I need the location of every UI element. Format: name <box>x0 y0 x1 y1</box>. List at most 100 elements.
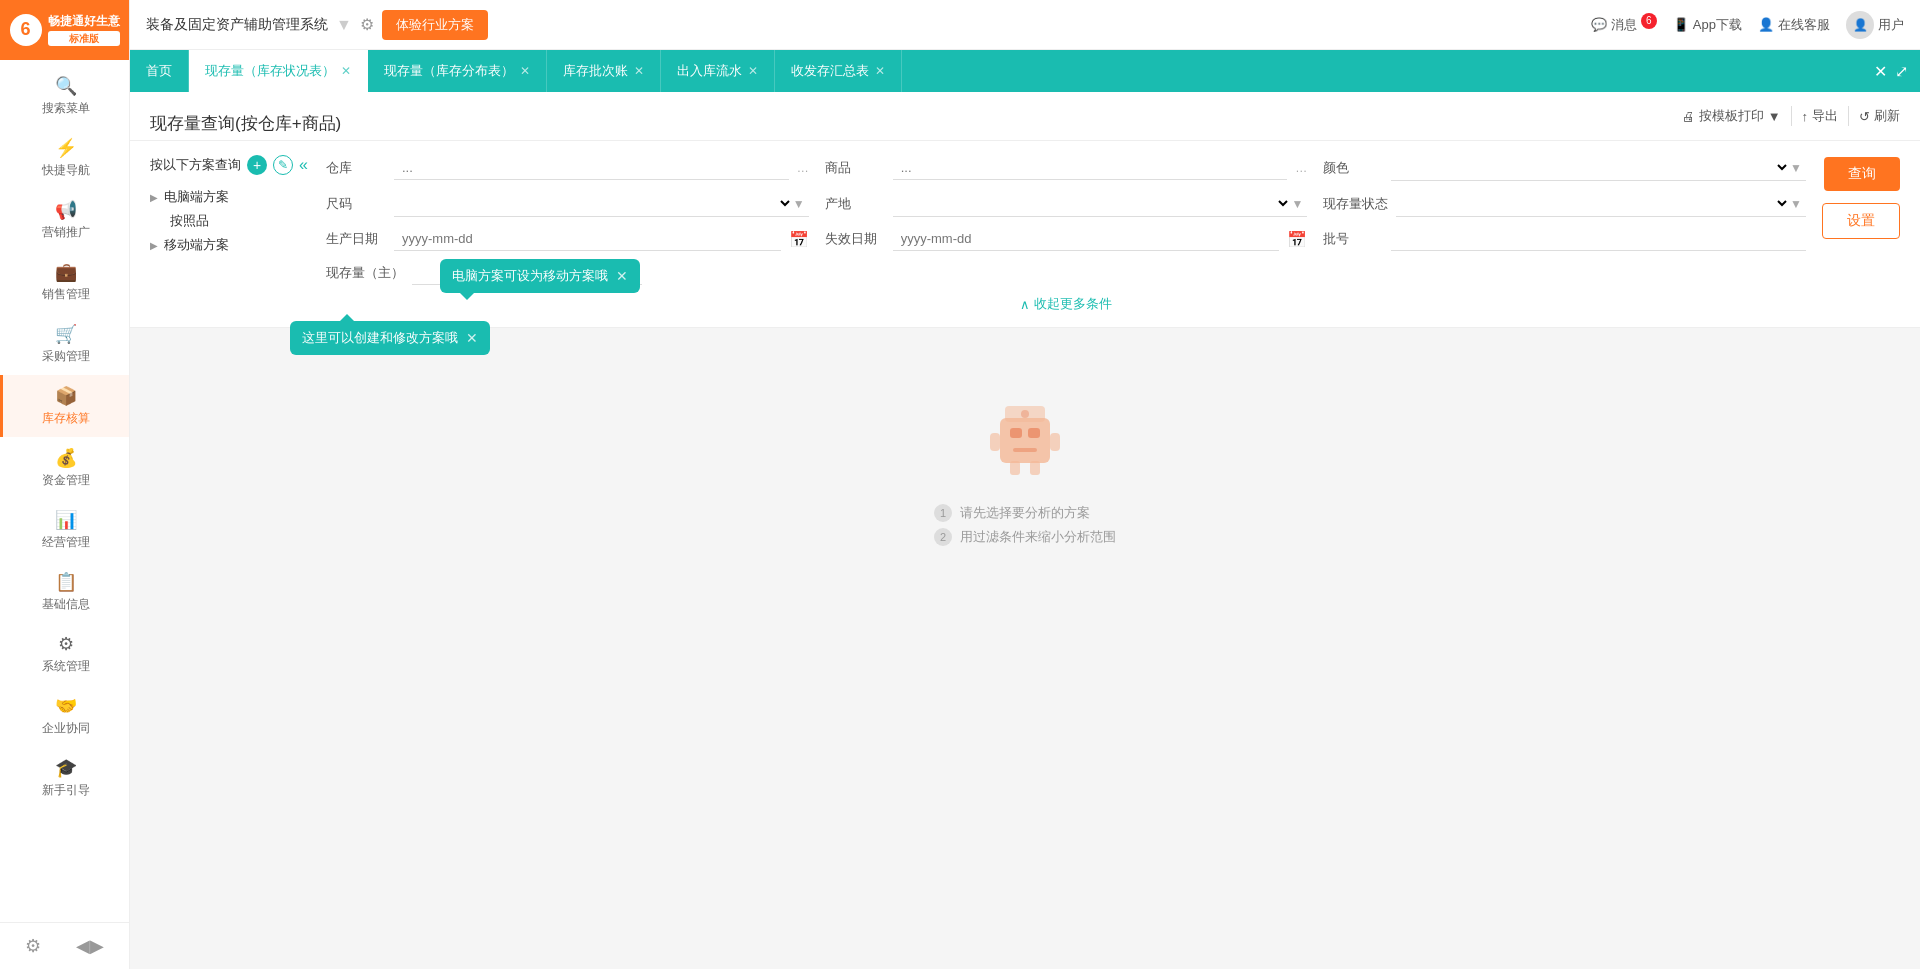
scheme-byproduct[interactable]: 按照品 <box>150 209 310 233</box>
message-btn[interactable]: 💬 消息 6 <box>1591 16 1657 34</box>
svg-rect-2 <box>1028 428 1040 438</box>
close-tab-icon[interactable]: ✕ <box>1874 62 1887 81</box>
sidebar-item-quicknav[interactable]: ⚡ 快捷导航 <box>0 127 129 189</box>
collapse-btn[interactable]: ∧ 收起更多条件 <box>1020 295 1112 313</box>
system-icon: ⚙ <box>58 633 74 655</box>
warehouse-label: 仓库 <box>326 159 386 177</box>
expire-date-calendar-icon[interactable]: 📅 <box>1287 230 1307 249</box>
sidebar-item-basic[interactable]: 📋 基础信息 <box>0 561 129 623</box>
sidebar-item-inventory[interactable]: 📦 库存核算 <box>0 375 129 437</box>
tab-stock-status[interactable]: 现存量（库存状况表） ✕ <box>189 50 368 92</box>
quicknav-icon: ⚡ <box>55 137 77 159</box>
sidebar-item-sales[interactable]: 💼 销售管理 <box>0 251 129 313</box>
tab-stock-dist-close[interactable]: ✕ <box>520 64 530 78</box>
scheme-mobile[interactable]: ▶ 移动端方案 <box>150 233 310 257</box>
sidebar-item-finance[interactable]: 💰 资金管理 <box>0 437 129 499</box>
svg-point-9 <box>1021 410 1029 418</box>
sidebar-item-purchase[interactable]: 🛒 采购管理 <box>0 313 129 375</box>
tab-home[interactable]: 首页 <box>130 50 189 92</box>
origin-label: 产地 <box>825 195 885 213</box>
batch-input[interactable] <box>1391 227 1806 251</box>
page-content: 现存量查询(按仓库+商品) 🖨 按模板打印 ▼ ↑ 导出 ↺ 刷新 <box>130 92 1920 969</box>
top-bar-right: 💬 消息 6 📱 App下载 👤 在线客服 👤 用户 <box>1591 11 1904 39</box>
sidebar-item-label: 营销推广 <box>42 224 90 241</box>
basic-icon: 📋 <box>55 571 77 593</box>
print-btn[interactable]: 🖨 按模板打印 ▼ <box>1682 107 1781 125</box>
goods-input[interactable] <box>893 156 1288 180</box>
online-support-btn[interactable]: 👤 在线客服 <box>1758 16 1830 34</box>
tab-stock-dist[interactable]: 现存量（库存分布表） ✕ <box>368 50 547 92</box>
settings-bottom-icon[interactable]: ⚙ <box>25 935 41 957</box>
search-btn[interactable]: 查询 <box>1824 157 1900 191</box>
tab-batch-close[interactable]: ✕ <box>634 64 644 78</box>
color-select[interactable] <box>1391 155 1790 180</box>
app-badge: 标准版 <box>48 31 120 46</box>
export-btn[interactable]: ↑ 导出 <box>1802 107 1839 125</box>
sidebar-item-marketing[interactable]: 📢 营销推广 <box>0 189 129 251</box>
tab-flow[interactable]: 出入库流水 ✕ <box>661 50 775 92</box>
tab-batch-label: 库存批次账 <box>563 62 628 80</box>
tab-flow-label: 出入库流水 <box>677 62 742 80</box>
prod-date-start-calendar-icon[interactable]: 📅 <box>789 230 809 249</box>
sidebar-item-management[interactable]: 📊 经营管理 <box>0 499 129 561</box>
tooltip-top-close[interactable]: ✕ <box>616 268 628 284</box>
filter-label: 按以下方案查询 + ✎ « <box>150 155 310 175</box>
size-select[interactable] <box>394 191 793 216</box>
scheme-list: ▶ 电脑端方案 按照品 ▶ 移动端方案 <box>150 185 310 257</box>
expand-tab-icon[interactable]: ⤢ <box>1895 62 1908 81</box>
page-header-actions: 🖨 按模板打印 ▼ ↑ 导出 ↺ 刷新 <box>1682 106 1900 140</box>
expire-date-label: 失效日期 <box>825 230 885 248</box>
app-name: 畅捷通好生意 <box>48 14 120 30</box>
collapse-sidebar-icon[interactable]: ◀▶ <box>76 935 104 957</box>
svg-rect-4 <box>990 433 1000 451</box>
collab-icon: 🤝 <box>55 695 77 717</box>
settings-icon[interactable]: ⚙ <box>360 15 374 34</box>
tooltip-mid-close[interactable]: ✕ <box>466 330 478 346</box>
refresh-btn[interactable]: ↺ 刷新 <box>1859 107 1900 125</box>
export-icon: ↑ <box>1802 109 1809 124</box>
guide-icon: 🎓 <box>55 757 77 779</box>
tooltip-top-text: 电脑方案可设为移动方案哦 <box>452 267 608 285</box>
expire-date-input[interactable] <box>893 227 1280 251</box>
message-icon: 💬 <box>1591 17 1607 32</box>
print-icon: 🖨 <box>1682 109 1695 124</box>
tab-flow-close[interactable]: ✕ <box>748 64 758 78</box>
reset-btn[interactable]: 设置 <box>1822 203 1900 239</box>
empty-state: 1 请先选择要分析的方案 2 用过滤条件来缩小分析范围 <box>130 328 1920 606</box>
goods-label: 商品 <box>825 159 885 177</box>
industry-btn[interactable]: 体验行业方案 <box>382 10 488 40</box>
marketing-icon: 📢 <box>55 199 77 221</box>
user-label: 用户 <box>1878 16 1904 34</box>
goods-dots: … <box>1295 161 1307 175</box>
origin-select-wrapper: ▼ <box>893 191 1308 217</box>
warehouse-input[interactable] <box>394 156 789 180</box>
app-download-btn[interactable]: 📱 App下载 <box>1673 16 1742 34</box>
warehouse-cell: 仓库 … <box>326 156 809 180</box>
sidebar-item-search[interactable]: 🔍 搜索菜单 <box>0 65 129 127</box>
tab-stock-status-close[interactable]: ✕ <box>341 64 351 78</box>
tab-summary[interactable]: 收发存汇总表 ✕ <box>775 50 902 92</box>
filter-row-3: 生产日期 📅 失效日期 📅 批号 <box>326 227 1806 251</box>
goods-cell: 商品 … <box>825 156 1308 180</box>
origin-select[interactable] <box>893 191 1292 216</box>
tab-summary-label: 收发存汇总表 <box>791 62 869 80</box>
sidebar-item-collab[interactable]: 🤝 企业协同 <box>0 685 129 747</box>
add-scheme-btn[interactable]: + <box>247 155 267 175</box>
scheme-computer[interactable]: ▶ 电脑端方案 <box>150 185 310 209</box>
page-title: 现存量查询(按仓库+商品) <box>150 112 341 135</box>
back-scheme-btn[interactable]: « <box>299 156 308 174</box>
tab-batch[interactable]: 库存批次账 ✕ <box>547 50 661 92</box>
tab-summary-close[interactable]: ✕ <box>875 64 885 78</box>
origin-cell: 产地 ▼ <box>825 191 1308 217</box>
sidebar-item-label: 库存核算 <box>42 410 90 427</box>
top-bar-left: 装备及固定资产辅助管理系统 ▼ ⚙ 体验行业方案 <box>146 10 1575 40</box>
stock-status-select[interactable] <box>1396 191 1790 216</box>
refresh-label: 刷新 <box>1874 107 1900 125</box>
scheme-panel: 按以下方案查询 + ✎ « ▶ 电脑端方案 按照品 <box>150 155 310 313</box>
prod-date-start-input[interactable] <box>394 227 781 251</box>
color-select-wrapper: ▼ <box>1391 155 1806 181</box>
sidebar-item-guide[interactable]: 🎓 新手引导 <box>0 747 129 809</box>
sidebar-item-system[interactable]: ⚙ 系统管理 <box>0 623 129 685</box>
edit-scheme-btn[interactable]: ✎ <box>273 155 293 175</box>
user-btn[interactable]: 👤 用户 <box>1846 11 1904 39</box>
